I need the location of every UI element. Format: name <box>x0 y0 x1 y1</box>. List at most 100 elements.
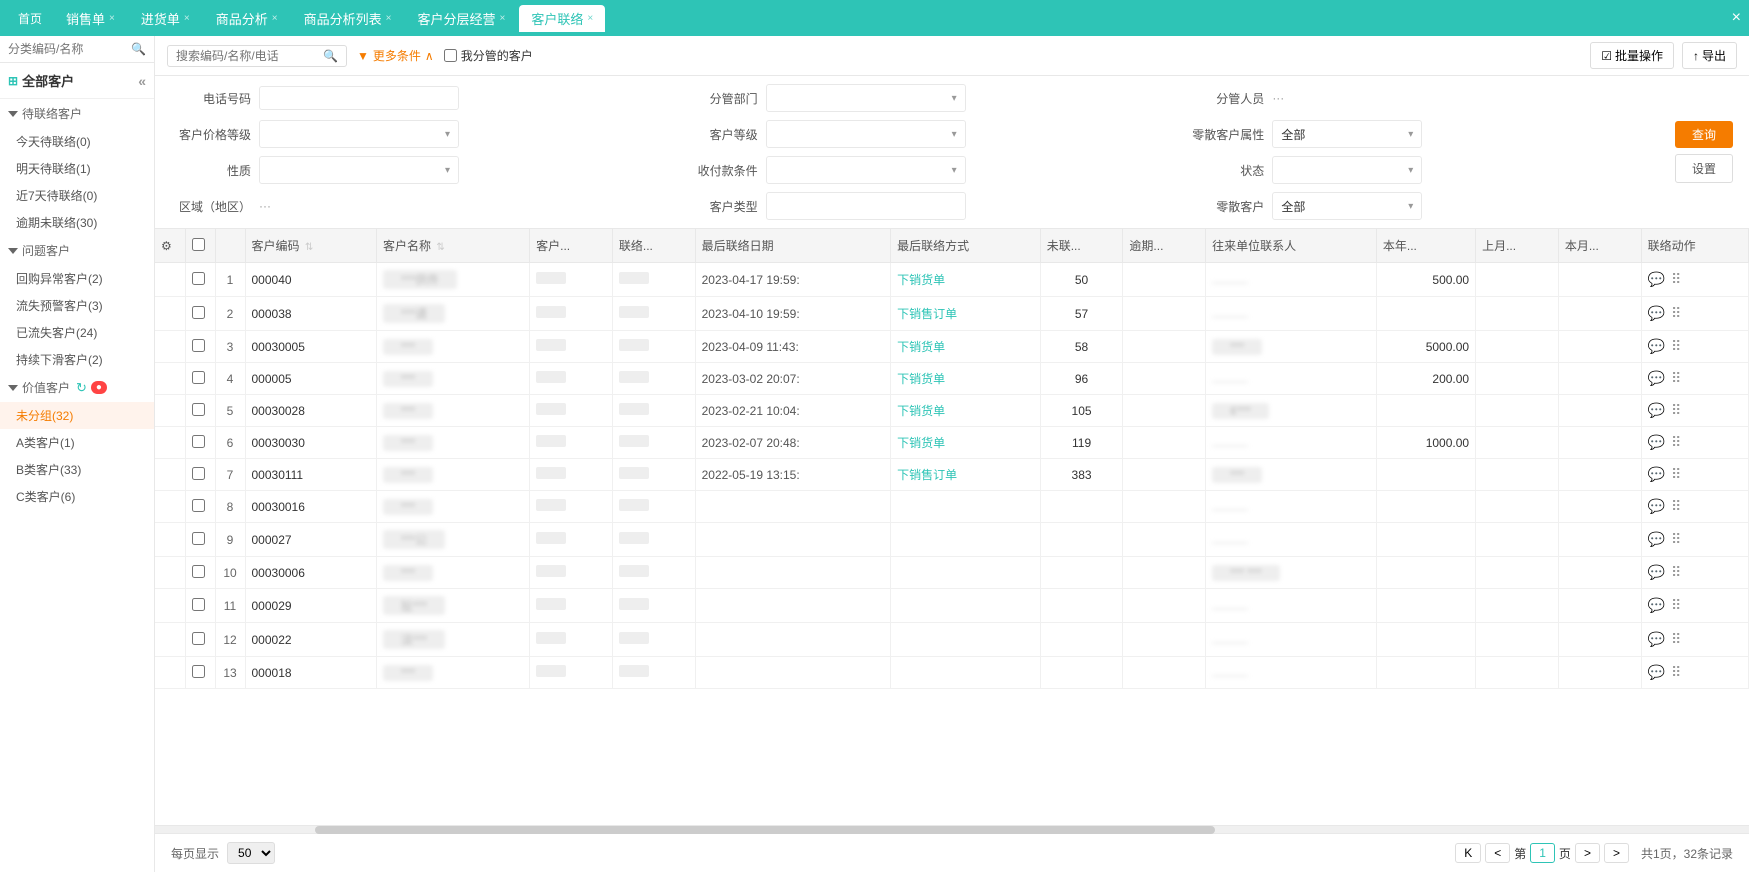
td-last-method-6[interactable]: 下销售订单 <box>891 459 1041 491</box>
section-problem-expand-icon[interactable] <box>8 248 18 254</box>
nav-tab-analysis-close[interactable]: × <box>272 13 278 24</box>
export-button[interactable]: ↑ 导出 <box>1682 42 1737 69</box>
row-checkbox-0[interactable] <box>192 272 205 285</box>
last-method-link-0[interactable]: 下销货单 <box>897 273 945 287</box>
td-check-11[interactable] <box>185 623 215 657</box>
chat-icon-6[interactable]: 💬 <box>1648 466 1665 483</box>
current-page[interactable]: 1 <box>1530 843 1555 863</box>
filter-search-icon[interactable]: 🔍 <box>323 49 338 63</box>
nav-tab-sales-close[interactable]: × <box>109 13 115 24</box>
td-last-method-1[interactable]: 下销售订单 <box>891 297 1041 331</box>
refresh-icon[interactable]: ↻ <box>76 380 87 396</box>
last-method-link-2[interactable]: 下销货单 <box>897 340 945 354</box>
sidebar-item-churn-warning[interactable]: 流失预警客户(3) <box>0 292 154 319</box>
nav-tab-customer-tier-close[interactable]: × <box>499 13 505 24</box>
page-size-select[interactable]: 50 <box>227 842 275 864</box>
td-check-0[interactable] <box>185 263 215 297</box>
sidebar-item-7days[interactable]: 近7天待联络(0) <box>0 182 154 209</box>
last-method-link-6[interactable]: 下销售订单 <box>897 468 957 482</box>
first-page-button[interactable]: K <box>1455 843 1481 863</box>
th-settings[interactable]: ⚙ <box>155 229 185 263</box>
more-icon-0[interactable]: ⠿ <box>1671 271 1681 288</box>
filter-select-scatter[interactable]: 全部 ▾ <box>1272 192 1422 220</box>
td-last-method-0[interactable]: 下销货单 <box>891 263 1041 297</box>
collapse-icon[interactable]: « <box>138 73 146 89</box>
th-check[interactable] <box>185 229 215 263</box>
td-last-method-3[interactable]: 下销货单 <box>891 363 1041 395</box>
td-check-9[interactable] <box>185 557 215 589</box>
more-icon-3[interactable]: ⠿ <box>1671 370 1681 387</box>
nav-tab-analysis-list-close[interactable]: × <box>386 13 392 24</box>
my-customers-filter[interactable]: 我分管的客户 <box>444 47 533 64</box>
nav-tab-analysis-list[interactable]: 商品分析列表 × <box>292 5 404 32</box>
last-method-link-3[interactable]: 下销货单 <box>897 372 945 386</box>
scrollbar-thumb[interactable] <box>315 826 1215 834</box>
section-expand-icon[interactable] <box>8 111 18 117</box>
row-checkbox-7[interactable] <box>192 499 205 512</box>
sidebar-item-a-class[interactable]: A类客户(1) <box>0 429 154 456</box>
td-check-6[interactable] <box>185 459 215 491</box>
row-checkbox-6[interactable] <box>192 467 205 480</box>
more-icon-5[interactable]: ⠿ <box>1671 434 1681 451</box>
prev-page-button[interactable]: < <box>1485 843 1510 863</box>
sort-icon-code[interactable]: ⇅ <box>305 242 313 253</box>
chat-icon-0[interactable]: 💬 <box>1648 271 1665 288</box>
more-icon-11[interactable]: ⠿ <box>1671 631 1681 648</box>
more-filter-button[interactable]: ▼ 更多条件 ∧ <box>357 47 434 64</box>
filter-select-scatter-attr[interactable]: 全部 ▾ <box>1272 120 1422 148</box>
row-checkbox-12[interactable] <box>192 665 205 678</box>
nav-home[interactable]: 首页 <box>8 6 52 31</box>
td-check-3[interactable] <box>185 363 215 395</box>
more-icon-2[interactable]: ⠿ <box>1671 338 1681 355</box>
nav-tab-customer-contact-close[interactable]: × <box>587 13 593 24</box>
row-checkbox-9[interactable] <box>192 565 205 578</box>
top-close-button[interactable]: × <box>1732 9 1741 27</box>
row-checkbox-2[interactable] <box>192 339 205 352</box>
chat-icon-9[interactable]: 💬 <box>1648 564 1665 581</box>
td-check-4[interactable] <box>185 395 215 427</box>
filter-select-status[interactable]: ▾ <box>1272 156 1422 184</box>
sidebar-item-tomorrow[interactable]: 明天待联络(1) <box>0 155 154 182</box>
more-icon-9[interactable]: ⠿ <box>1671 564 1681 581</box>
td-check-2[interactable] <box>185 331 215 363</box>
last-method-link-1[interactable]: 下销售订单 <box>897 307 957 321</box>
more-icon-4[interactable]: ⠿ <box>1671 402 1681 419</box>
chat-icon-12[interactable]: 💬 <box>1648 664 1665 681</box>
nav-tab-customer-tier[interactable]: 客户分层经营 × <box>405 5 517 32</box>
last-page-button[interactable]: > <box>1604 843 1629 863</box>
td-last-method-2[interactable]: 下销货单 <box>891 331 1041 363</box>
filter-input-phone[interactable] <box>259 86 459 110</box>
sort-icon-name[interactable]: ⇅ <box>436 242 444 253</box>
sidebar-search-input[interactable] <box>8 42 127 56</box>
chat-icon-1[interactable]: 💬 <box>1648 305 1665 322</box>
chat-icon-7[interactable]: 💬 <box>1648 498 1665 515</box>
more-icon-7[interactable]: ⠿ <box>1671 498 1681 515</box>
select-all-checkbox[interactable] <box>192 238 205 251</box>
td-check-5[interactable] <box>185 427 215 459</box>
filter-select-nature[interactable]: ▾ <box>259 156 459 184</box>
manager-dotdot-icon[interactable]: ··· <box>1272 91 1284 105</box>
row-checkbox-10[interactable] <box>192 598 205 611</box>
sidebar-item-declining[interactable]: 持续下滑客户(2) <box>0 346 154 373</box>
td-check-12[interactable] <box>185 657 215 689</box>
batch-op-button[interactable]: ☑ 批量操作 <box>1590 42 1674 69</box>
chat-icon-10[interactable]: 💬 <box>1648 597 1665 614</box>
nav-tab-customer-contact[interactable]: 客户联络 × <box>519 5 605 32</box>
filter-select-dept[interactable]: ▾ <box>766 84 966 112</box>
region-dotdot-icon[interactable]: ··· <box>259 199 271 213</box>
filter-select-price-level[interactable]: ▾ <box>259 120 459 148</box>
reset-button[interactable]: 设置 <box>1675 154 1733 183</box>
my-customers-checkbox[interactable] <box>444 49 457 62</box>
td-check-1[interactable] <box>185 297 215 331</box>
sidebar-item-abnormal[interactable]: 回购异常客户(2) <box>0 265 154 292</box>
more-icon-8[interactable]: ⠿ <box>1671 531 1681 548</box>
section-value-expand-icon[interactable] <box>8 385 18 391</box>
filter-select-customer-level[interactable]: ▾ <box>766 120 966 148</box>
nav-tab-sales[interactable]: 销售单 × <box>54 5 127 32</box>
td-check-7[interactable] <box>185 491 215 523</box>
chat-icon-4[interactable]: 💬 <box>1648 402 1665 419</box>
chat-icon-2[interactable]: 💬 <box>1648 338 1665 355</box>
chat-icon-5[interactable]: 💬 <box>1648 434 1665 451</box>
td-last-method-4[interactable]: 下销货单 <box>891 395 1041 427</box>
td-last-method-5[interactable]: 下销货单 <box>891 427 1041 459</box>
